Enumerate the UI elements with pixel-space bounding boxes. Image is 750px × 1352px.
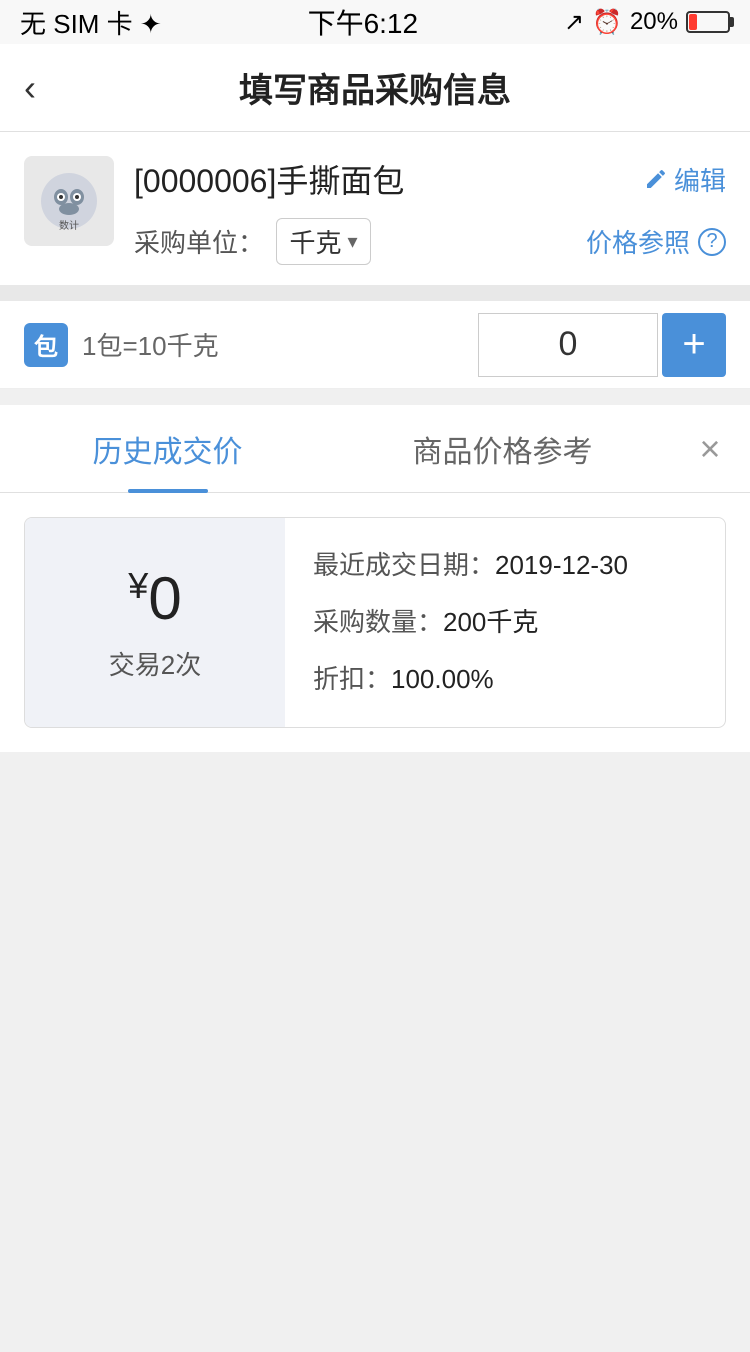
price-card-area: ¥0 交易2次 最近成交日期：2019-12-30 采购数量：200千克 折扣：… (0, 493, 750, 752)
product-thumbnail: 数计 (24, 156, 114, 246)
discount-label: 折扣： (313, 664, 391, 694)
price-display: ¥0 (128, 564, 181, 633)
page-title: 填写商品采购信息 (239, 63, 511, 112)
quantity-input[interactable] (478, 313, 658, 377)
yen-symbol: ¥ (128, 565, 148, 606)
svg-text:数计: 数计 (59, 219, 79, 231)
tab-close-button[interactable]: × (670, 428, 750, 470)
product-title: 手撕面包 (276, 163, 404, 199)
price-number: 0 (148, 565, 181, 632)
tab-price-reference[interactable]: 商品价格参考 (335, 405, 670, 493)
status-right: ↗ ⏰ 20% (564, 8, 730, 37)
battery-percent: 20% (630, 8, 678, 36)
chevron-down-icon: ▾ (347, 229, 357, 254)
unit-badge: 包 (24, 323, 68, 367)
tabs-section: 历史成交价 商品价格参考 × ¥0 交易2次 最近成交日期：2019-12-30 (0, 405, 750, 752)
edit-icon (644, 167, 668, 191)
qty-controls: + (478, 313, 726, 377)
tabs-header: 历史成交价 商品价格参考 × (0, 405, 750, 493)
alarm-icon: ⏰ (592, 8, 622, 37)
product-name-row: [0000006]手撕面包 编辑 (134, 156, 726, 202)
recent-date-row: 最近成交日期：2019-12-30 (313, 546, 697, 585)
status-bar: 无 SIM 卡 ✦ 下午6:12 ↗ ⏰ 20% (0, 0, 750, 44)
discount-value: 100.00% (391, 664, 494, 694)
discount-row: 折扣：100.00% (313, 660, 697, 699)
product-name: [0000006]手撕面包 (134, 156, 404, 202)
price-card-left: ¥0 交易2次 (25, 518, 285, 727)
header: ‹ 填写商品采购信息 (0, 44, 750, 132)
product-unit-row: 采购单位： 千克 ▾ 价格参照 ? (134, 218, 726, 265)
price-card: ¥0 交易2次 最近成交日期：2019-12-30 采购数量：200千克 折扣：… (24, 517, 726, 728)
qty-value: 200千克 (443, 607, 538, 637)
qty-unit-info: 包 1包=10千克 (24, 323, 219, 367)
unit-value: 千克 (289, 223, 341, 260)
section-divider (0, 285, 750, 301)
recent-date-value: 2019-12-30 (495, 550, 628, 580)
qty-plus-button[interactable]: + (662, 313, 726, 377)
edit-button[interactable]: 编辑 (644, 161, 726, 198)
tab-active-indicator (128, 489, 208, 493)
main-content-area (0, 752, 750, 1352)
tab-history-price[interactable]: 历史成交价 (0, 405, 335, 493)
location-icon: ↗ (564, 8, 584, 37)
product-info: [0000006]手撕面包 编辑 采购单位： 千克 ▾ (134, 156, 726, 265)
product-section: 数计 [0000006]手撕面包 编辑 采购单位： (0, 132, 750, 285)
quantity-row: 包 1包=10千克 + (0, 301, 750, 389)
tab-reference-label: 商品价格参考 (413, 427, 593, 471)
qty-label: 采购数量： (313, 607, 443, 637)
product-id: [0000006] (134, 163, 276, 199)
sim-signal-text: 无 SIM 卡 ✦ (20, 4, 162, 41)
transaction-count: 交易2次 (109, 645, 201, 682)
edit-label: 编辑 (674, 161, 726, 198)
battery-icon (686, 11, 730, 33)
price-ref-button[interactable]: 价格参照 ? (586, 223, 726, 260)
product-row: 数计 [0000006]手撕面包 编辑 采购单位： (24, 156, 726, 265)
status-left: 无 SIM 卡 ✦ (20, 4, 162, 41)
help-circle-icon: ? (698, 228, 726, 256)
status-time: 下午6:12 (308, 2, 419, 42)
unit-label: 采购单位： (134, 228, 264, 258)
back-button[interactable]: ‹ (24, 67, 36, 109)
tab-history-label: 历史成交价 (93, 427, 243, 471)
unit-label-group: 采购单位： 千克 ▾ (134, 218, 371, 265)
unit-conversion-text: 1包=10千克 (82, 326, 219, 363)
unit-select[interactable]: 千克 ▾ (276, 218, 370, 265)
recent-date-label: 最近成交日期： (313, 550, 495, 580)
battery-fill (689, 14, 697, 30)
price-card-right: 最近成交日期：2019-12-30 采购数量：200千克 折扣：100.00% (285, 518, 725, 727)
price-ref-label: 价格参照 (586, 223, 690, 260)
qty-row: 采购数量：200千克 (313, 603, 697, 642)
product-thumb-icon: 数计 (39, 171, 99, 231)
